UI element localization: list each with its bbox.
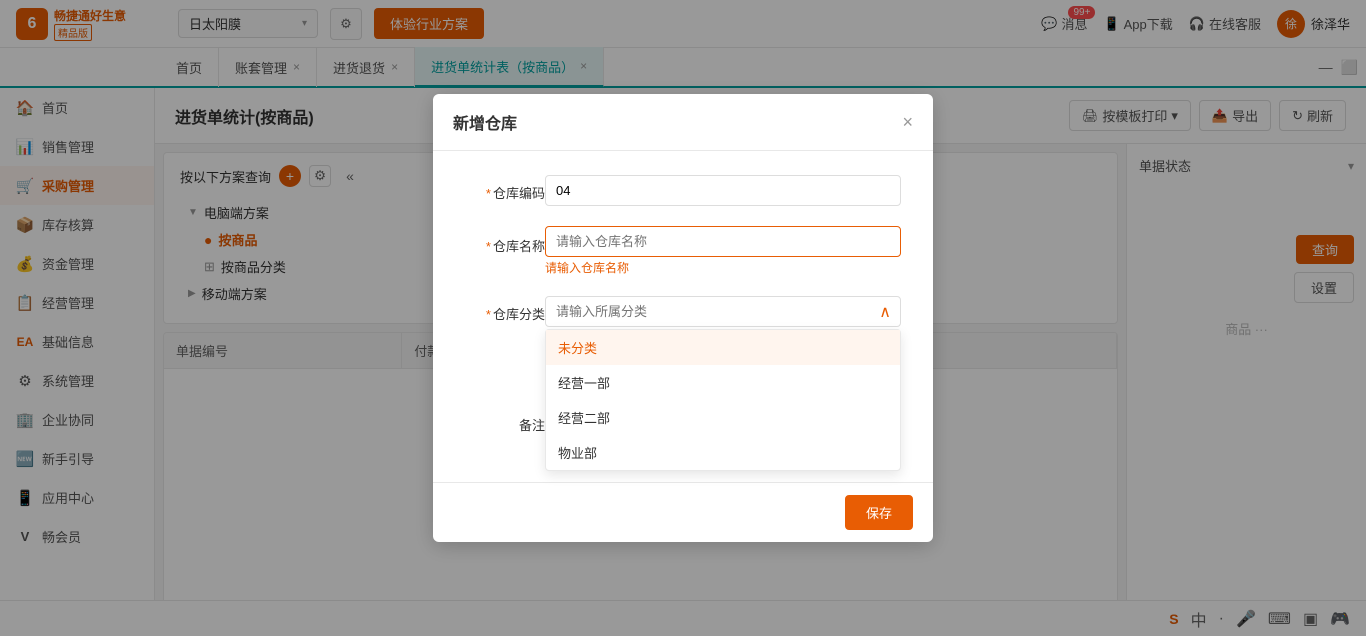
warehouse-category-input[interactable] [545,296,901,327]
dropdown-item-ops2[interactable]: 经营二部 [546,400,900,435]
warehouse-code-row: 仓库编码 [465,175,901,206]
category-dropdown: 未分类 经营一部 经营二部 物业部 [545,329,901,471]
save-button[interactable]: 保存 [845,495,913,530]
modal-body: 仓库编码 仓库名称 请输入仓库名称 仓库分类 ∧ 未分类 [433,151,933,482]
notes-label: 备注 [465,407,545,434]
modal-close-button[interactable]: × [902,112,913,133]
warehouse-name-error: 请输入仓库名称 [545,259,629,276]
warehouse-category-row: 仓库分类 ∧ 未分类 经营一部 经营二部 物业部 [465,296,901,327]
modal-header: 新增仓库 × [433,94,933,151]
modal-footer: 保存 [433,482,933,542]
modal-title: 新增仓库 [453,110,517,134]
warehouse-category-label: 仓库分类 [465,296,545,323]
add-warehouse-modal: 新增仓库 × 仓库编码 仓库名称 请输入仓库名称 仓库分类 [433,94,933,542]
warehouse-name-input[interactable] [545,226,901,257]
warehouse-name-label: 仓库名称 [465,228,545,255]
dropdown-item-uncategorized[interactable]: 未分类 [546,330,900,365]
warehouse-code-input[interactable] [545,175,901,206]
dropdown-item-property[interactable]: 物业部 [546,435,900,470]
warehouse-name-row: 仓库名称 请输入仓库名称 [465,226,901,276]
warehouse-category-wrapper: ∧ 未分类 经营一部 经营二部 物业部 [545,296,901,327]
modal-overlay: 新增仓库 × 仓库编码 仓库名称 请输入仓库名称 仓库分类 [0,0,1366,636]
warehouse-code-label: 仓库编码 [465,175,545,202]
dropdown-item-ops1[interactable]: 经营一部 [546,365,900,400]
